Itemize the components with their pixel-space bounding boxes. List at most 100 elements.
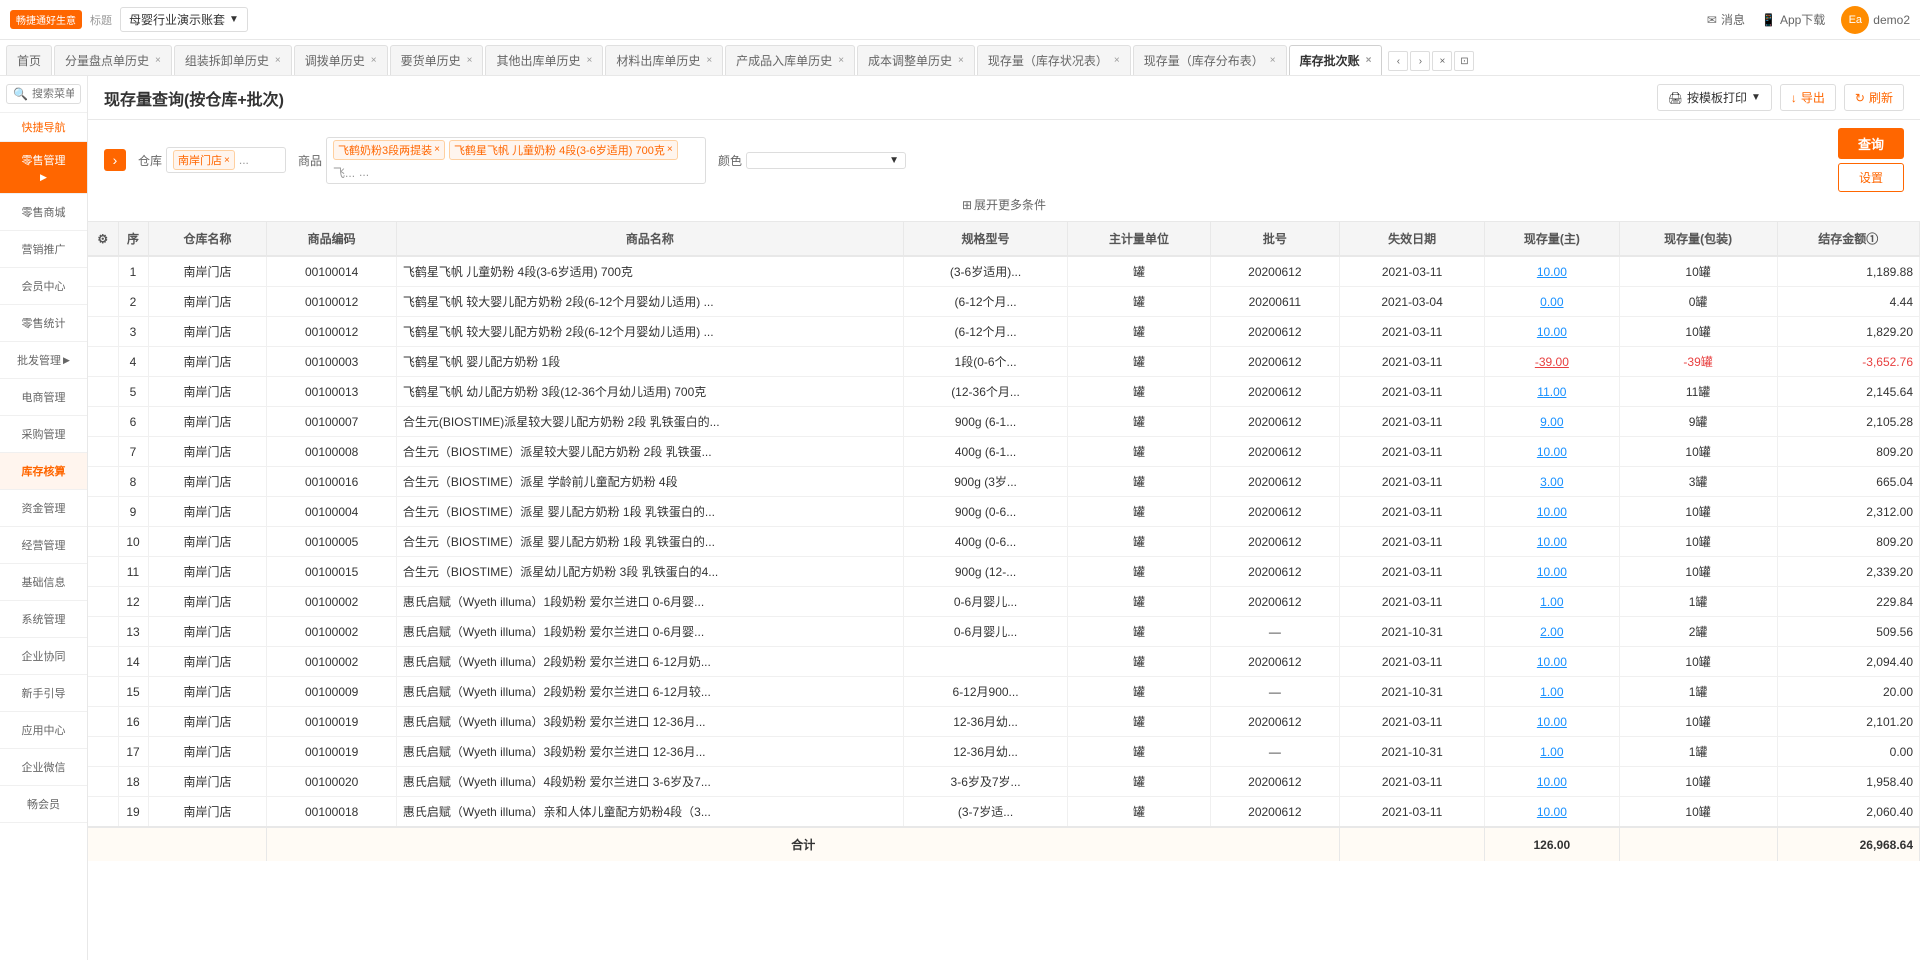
sidebar-item-purchase[interactable]: 采购管理: [0, 416, 87, 453]
close-icon[interactable]: ×: [1270, 55, 1276, 66]
cell-unit: 罐: [1068, 767, 1210, 797]
sidebar-item-new-guide[interactable]: 新手引导: [0, 675, 87, 712]
cell-qty-main[interactable]: 0.00: [1485, 287, 1620, 317]
cell-qty-main[interactable]: 2.00: [1485, 617, 1620, 647]
cell-qty-main[interactable]: 10.00: [1485, 527, 1620, 557]
cell-qty-main[interactable]: 1.00: [1485, 677, 1620, 707]
expand-more-btn[interactable]: ⊞ 展开更多条件: [962, 196, 1046, 213]
cell-qty-main[interactable]: 10.00: [1485, 797, 1620, 828]
search-input[interactable]: [32, 88, 74, 100]
refresh-btn[interactable]: ↻ 刷新: [1844, 84, 1904, 111]
refresh-label: 刷新: [1869, 89, 1893, 106]
sidebar-item-ecommerce[interactable]: 电商管理: [0, 379, 87, 416]
print-btn[interactable]: 🖨 按模板打印 ▼: [1657, 84, 1772, 111]
close-icon[interactable]: ×: [958, 55, 964, 66]
close-icon[interactable]: ×: [155, 55, 161, 66]
tab-batch-voucher[interactable]: 库存批次账 ×: [1289, 45, 1383, 75]
quick-nav-btn[interactable]: 快捷导航: [0, 113, 87, 142]
industry-select[interactable]: 母婴行业演示账套 ▼: [120, 7, 248, 32]
sidebar-item-label: 基础信息: [22, 574, 66, 590]
tab-close-btn[interactable]: ×: [1432, 51, 1452, 71]
tab-home[interactable]: 首页: [6, 45, 52, 75]
sidebar-item-label: 零售管理: [22, 152, 66, 168]
color-select[interactable]: ▼: [746, 152, 906, 169]
tab-require[interactable]: 要货单历史 ×: [390, 45, 484, 75]
cell-qty-main[interactable]: 10.00: [1485, 317, 1620, 347]
expand-btn[interactable]: ›: [104, 149, 126, 171]
filter-row: › 仓库 南岸门店 × ... 商品 飞鹤奶粉3段: [104, 128, 1904, 192]
col-settings[interactable]: ⚙: [88, 222, 118, 256]
product-tag-1-close[interactable]: ×: [434, 144, 440, 155]
sidebar-item-ops[interactable]: 经营管理: [0, 527, 87, 564]
close-icon[interactable]: ×: [1114, 55, 1120, 66]
sidebar-item-app-center[interactable]: 应用中心: [0, 712, 87, 749]
settings-icon[interactable]: ⚙: [97, 232, 108, 246]
close-icon[interactable]: ×: [467, 55, 473, 66]
cell-balance: 229.84: [1777, 587, 1919, 617]
warehouse-label: 仓库: [138, 152, 162, 169]
tab-inv-status[interactable]: 现存量（库存状况表） ×: [977, 45, 1131, 75]
tab-disassemble[interactable]: 组装拆卸单历史 ×: [174, 45, 292, 75]
close-icon[interactable]: ×: [838, 55, 844, 66]
sidebar-item-enterprise-coop[interactable]: 企业协同: [0, 638, 87, 675]
close-icon[interactable]: ×: [371, 55, 377, 66]
query-btn[interactable]: 查询: [1838, 128, 1904, 159]
product-filter-tags[interactable]: 飞鹤奶粉3段两提装 × 飞鹤星飞帆 儿童奶粉 4段(3-6岁适用) 700克 ×…: [326, 137, 706, 184]
sidebar-item-marketing[interactable]: 营销推广: [0, 231, 87, 268]
sidebar-item-wholesale[interactable]: 批发管理▶: [0, 342, 87, 379]
sidebar-item-retail-mall[interactable]: 零售商城: [0, 194, 87, 231]
close-icon[interactable]: ×: [1366, 55, 1372, 66]
export-btn[interactable]: ↓ 导出: [1780, 84, 1836, 111]
tab-other-out[interactable]: 其他出库单历史 ×: [485, 45, 603, 75]
cell-qty-main[interactable]: 10.00: [1485, 497, 1620, 527]
cell-qty-main[interactable]: 10.00: [1485, 437, 1620, 467]
cell-qty-main[interactable]: 11.00: [1485, 377, 1620, 407]
cell-product-code: 00100019: [267, 707, 396, 737]
tab-split-inventory[interactable]: 分量盘点单历史 ×: [54, 45, 172, 75]
cell-qty-main[interactable]: 10.00: [1485, 557, 1620, 587]
sidebar-item-retail-stats[interactable]: 零售统计: [0, 305, 87, 342]
cell-qty-main[interactable]: 10.00: [1485, 707, 1620, 737]
warehouse-ellipsis[interactable]: ...: [239, 153, 249, 167]
warehouse-filter-tags[interactable]: 南岸门店 × ...: [166, 147, 286, 173]
warehouse-tag-close[interactable]: ×: [224, 155, 230, 166]
cell-qty-main[interactable]: -39.00: [1485, 347, 1620, 377]
cell-qty-main[interactable]: 3.00: [1485, 467, 1620, 497]
tab-product-in[interactable]: 产成品入库单历史 ×: [725, 45, 855, 75]
app-download-btn[interactable]: 📱 App下载: [1761, 11, 1825, 28]
cell-qty-main[interactable]: 1.00: [1485, 587, 1620, 617]
tab-cost-adjust[interactable]: 成本调整单历史 ×: [857, 45, 975, 75]
tab-next-btn[interactable]: ›: [1410, 51, 1430, 71]
cell-qty-main[interactable]: 10.00: [1485, 256, 1620, 287]
sidebar-item-retail-mgmt[interactable]: 零售管理 ▶: [0, 142, 87, 194]
close-icon[interactable]: ×: [586, 55, 592, 66]
tab-more-btn[interactable]: ⊡: [1454, 51, 1474, 71]
tab-inv-dist[interactable]: 现存量（库存分布表） ×: [1133, 45, 1287, 75]
sidebar-item-enterprise-wechat[interactable]: 企业微信: [0, 749, 87, 786]
sidebar-item-member[interactable]: 会员中心: [0, 268, 87, 305]
warehouse-tag[interactable]: 南岸门店 ×: [173, 150, 235, 170]
settings-btn[interactable]: 设置: [1838, 163, 1904, 192]
user-profile[interactable]: Ea demo2: [1841, 6, 1910, 34]
tab-pick[interactable]: 调拨单历史 ×: [294, 45, 388, 75]
sidebar-item-inventory[interactable]: 库存核算: [0, 453, 87, 490]
sidebar-item-member-card[interactable]: 畅会员: [0, 786, 87, 823]
cell-qty-main[interactable]: 1.00: [1485, 737, 1620, 767]
cell-qty-main[interactable]: 10.00: [1485, 767, 1620, 797]
close-icon[interactable]: ×: [706, 55, 712, 66]
product-ellipsis[interactable]: ...: [359, 165, 369, 179]
messages-btn[interactable]: ✉ 消息: [1707, 11, 1745, 28]
cell-qty-main[interactable]: 9.00: [1485, 407, 1620, 437]
tab-material-out[interactable]: 材料出库单历史 ×: [605, 45, 723, 75]
product-tag-2-close[interactable]: ×: [667, 144, 673, 155]
product-tag-1[interactable]: 飞鹤奶粉3段两提装 ×: [333, 140, 445, 160]
sidebar-item-basic[interactable]: 基础信息: [0, 564, 87, 601]
product-tag-2[interactable]: 飞鹤星飞帆 儿童奶粉 4段(3-6岁适用) 700克 ×: [449, 140, 678, 160]
sidebar-item-finance[interactable]: 资金管理: [0, 490, 87, 527]
product-more[interactable]: 飞...: [333, 164, 355, 181]
sidebar-item-system[interactable]: 系统管理: [0, 601, 87, 638]
tab-prev-btn[interactable]: ‹: [1388, 51, 1408, 71]
cell-balance: 809.20: [1777, 437, 1919, 467]
cell-qty-main[interactable]: 10.00: [1485, 647, 1620, 677]
close-icon[interactable]: ×: [275, 55, 281, 66]
